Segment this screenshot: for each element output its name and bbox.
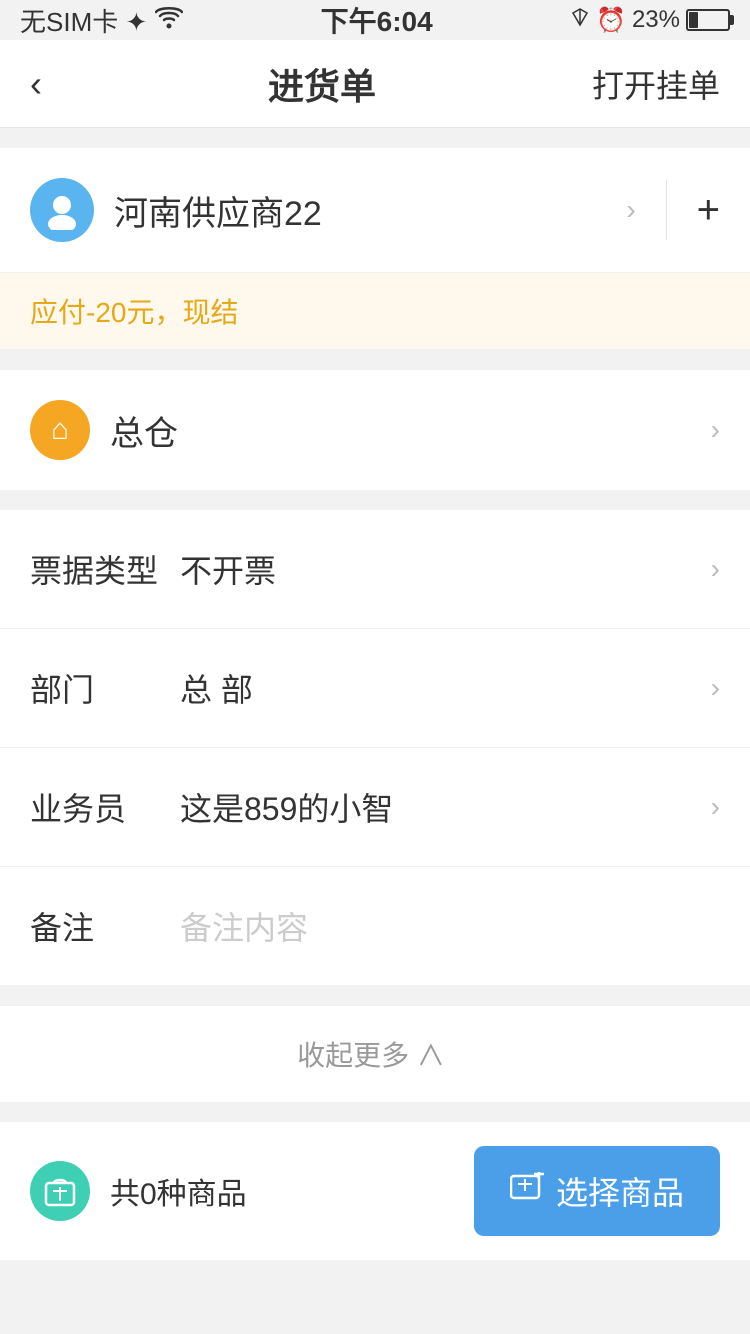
supplier-row[interactable]: 河南供应商22 › + [0,148,750,273]
battery-percent: 23% [632,6,680,34]
supplier-arrow-icon: › [626,194,635,226]
department-row[interactable]: 部门 总 部 › [0,629,750,748]
page-title: 进货单 [268,58,376,110]
collapse-row[interactable]: 收起更多 ∧ [0,1005,750,1102]
status-left: 无SIM卡 ✦ [20,2,183,39]
remark-row[interactable]: 备注 备注内容 [0,867,750,985]
carrier-text: 无SIM卡 ✦ [20,2,147,39]
warehouse-row[interactable]: ⌂ 总仓 › [0,370,750,490]
salesman-label: 业务员 [30,784,180,830]
status-time: 下午6:04 [321,0,433,40]
invoice-row[interactable]: 票据类型 不开票 › [0,510,750,629]
select-product-label: 选择商品 [556,1168,684,1214]
house-icon: ⌂ [51,413,69,447]
warehouse-arrow-icon: › [711,414,720,446]
open-pending-button[interactable]: 打开挂单 [592,61,720,107]
department-value: 总 部 [180,665,711,711]
notice-bar: 应付-20元，现结 [0,273,750,350]
section-gap-1 [0,128,750,148]
location-icon [570,6,590,34]
invoice-value: 不开票 [180,546,711,592]
battery-icon [686,9,730,31]
product-icon [30,1161,90,1221]
supplier-section: 河南供应商22 › + 应付-20元，现结 [0,148,750,350]
supplier-name: 河南供应商22 [114,186,626,235]
remark-label: 备注 [30,903,180,949]
bottom-bar: 共0种商品 选择商品 [0,1122,750,1260]
status-bar: 无SIM卡 ✦ 下午6:04 ⏰ 23% [0,0,750,40]
back-button[interactable]: ‹ [30,53,52,115]
warehouse-name: 总仓 [110,406,711,455]
select-product-button[interactable]: 选择商品 [474,1146,720,1236]
supplier-avatar [30,178,94,242]
warehouse-section[interactable]: ⌂ 总仓 › [0,370,750,490]
department-arrow-icon: › [711,672,720,704]
nav-bar: ‹ 进货单 打开挂单 [0,40,750,128]
collapse-label: 收起更多 ∧ [297,1034,445,1074]
notice-text: 应付-20元，现结 [30,297,238,328]
warehouse-icon: ⌂ [30,400,90,460]
department-label: 部门 [30,665,180,711]
section-gap-2 [0,350,750,370]
alarm-icon: ⏰ [596,6,626,35]
salesman-value: 这是859的小智 [180,784,711,830]
wifi-icon [155,5,183,36]
add-supplier-button[interactable]: + [697,188,720,233]
supplier-divider [666,180,667,240]
invoice-arrow-icon: › [711,553,720,585]
salesman-row[interactable]: 业务员 这是859的小智 › [0,748,750,867]
select-product-icon [510,1172,546,1210]
salesman-arrow-icon: › [711,791,720,823]
form-section: 票据类型 不开票 › 部门 总 部 › 业务员 这是859的小智 › 备注 备注… [0,510,750,985]
status-right: ⏰ 23% [570,6,730,35]
product-count: 共0种商品 [110,1169,474,1213]
remark-input[interactable]: 备注内容 [180,903,720,949]
invoice-label: 票据类型 [30,546,180,592]
